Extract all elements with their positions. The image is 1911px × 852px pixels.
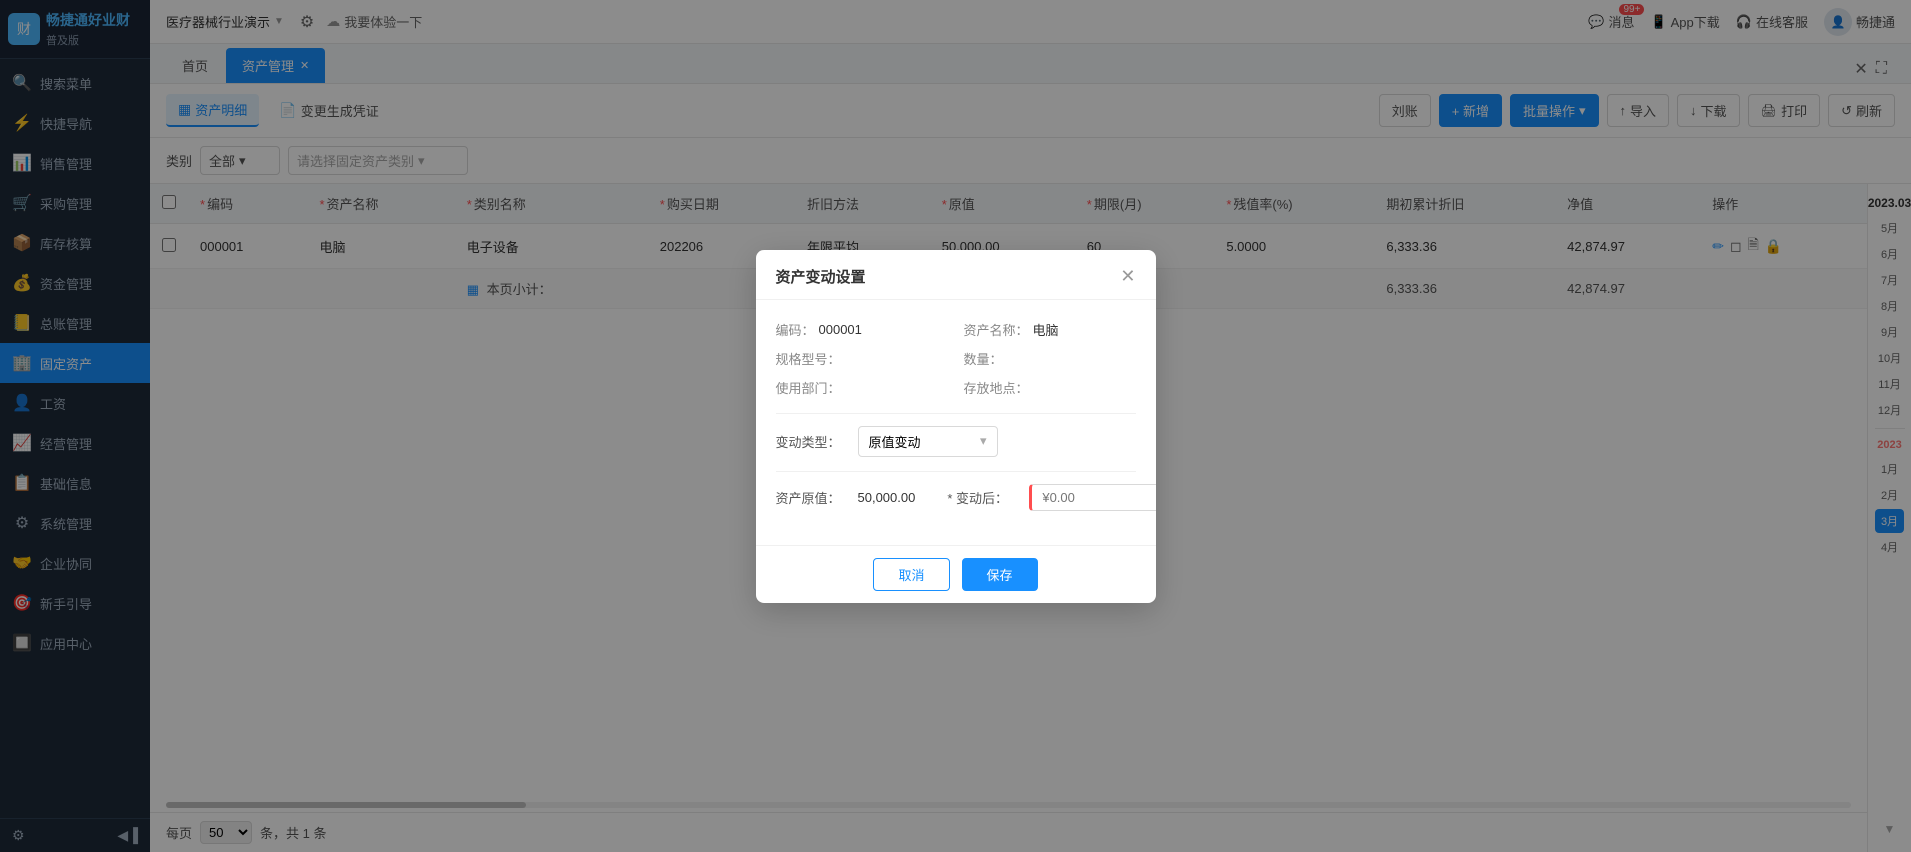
modal-divider-2 (776, 471, 1136, 472)
modal-spec-label: 规格型号： (776, 349, 841, 368)
modal-quantity-label: 数量： (964, 349, 1003, 368)
original-value-value: 50,000.00 (858, 490, 916, 505)
modal-close-icon[interactable]: ✕ (1120, 266, 1135, 287)
asset-change-modal: 资产变动设置 ✕ 编码： 000001 资产名称： 电脑 规格型号： 数量： (756, 250, 1156, 603)
change-type-label: 变动类型： (776, 432, 846, 451)
cancel-button[interactable]: 取消 (873, 558, 949, 591)
modal-dept-item: 使用部门： (776, 378, 948, 397)
change-type-row: 变动类型： 原值变动 ▾ (776, 426, 1136, 457)
modal-divider-1 (776, 413, 1136, 414)
original-value-row: 资产原值： 50,000.00 * 变动后： (776, 484, 1136, 511)
modal-info-grid: 编码： 000001 资产名称： 电脑 规格型号： 数量： 使用部门： (776, 320, 1136, 397)
modal-name-value: 电脑 (1033, 320, 1059, 339)
after-change-label: * 变动后： (947, 488, 1017, 507)
modal-name-item: 资产名称： 电脑 (964, 320, 1136, 339)
modal-header: 资产变动设置 ✕ (756, 250, 1156, 300)
modal-title: 资产变动设置 (776, 266, 866, 287)
modal-spec-item: 规格型号： (776, 349, 948, 368)
change-type-value: 原值变动 (869, 432, 921, 451)
modal-location-label: 存放地点： (964, 378, 1029, 397)
modal-location-item: 存放地点： (964, 378, 1136, 397)
modal-code-value: 000001 (819, 322, 862, 337)
modal-name-label: 资产名称： (964, 320, 1029, 339)
change-type-dropdown-icon: ▾ (980, 433, 987, 449)
save-button[interactable]: 保存 (962, 558, 1038, 591)
modal-code-label: 编码： (776, 320, 815, 339)
modal-body: 编码： 000001 资产名称： 电脑 规格型号： 数量： 使用部门： (756, 300, 1156, 545)
original-value-label: 资产原值： (776, 488, 846, 507)
modal-dept-label: 使用部门： (776, 378, 841, 397)
change-type-select[interactable]: 原值变动 ▾ (858, 426, 998, 457)
modal-overlay: 资产变动设置 ✕ 编码： 000001 资产名称： 电脑 规格型号： 数量： (0, 0, 1911, 852)
modal-quantity-item: 数量： (964, 349, 1136, 368)
after-change-input[interactable] (1029, 484, 1155, 511)
modal-footer: 取消 保存 (756, 545, 1156, 603)
modal-code-item: 编码： 000001 (776, 320, 948, 339)
